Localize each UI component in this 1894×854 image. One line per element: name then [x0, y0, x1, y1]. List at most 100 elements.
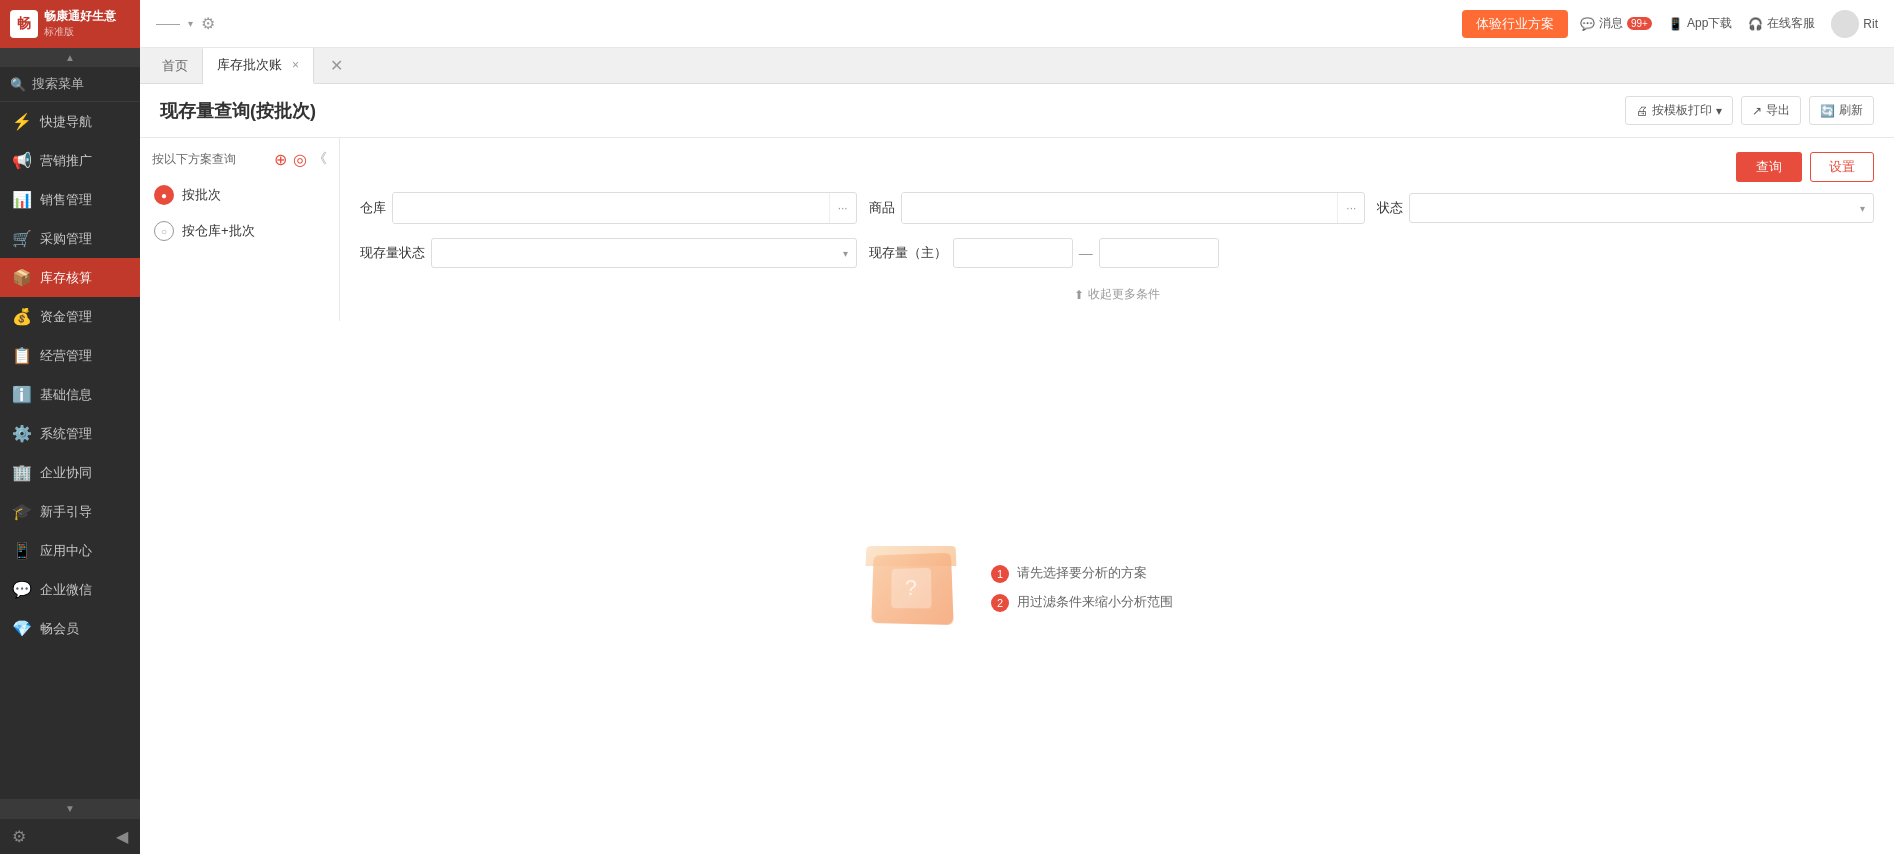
- sidebar-item-inventory[interactable]: 📦 库存核算: [0, 258, 140, 297]
- tab-close-main-icon[interactable]: ✕: [322, 52, 351, 79]
- scheme-outline-icon: ○: [154, 221, 174, 241]
- empty-box-icon: ?: [886, 562, 937, 613]
- newbie-icon: 🎓: [12, 502, 32, 521]
- online-service-item[interactable]: 🎧 在线客服: [1748, 15, 1815, 32]
- inventory-qty-min-input[interactable]: [953, 238, 1073, 268]
- refresh-button[interactable]: 🔄 刷新: [1809, 96, 1874, 125]
- topbar-dropdown-arrow[interactable]: ▾: [188, 18, 193, 29]
- scheme-item-by-batch[interactable]: ● 按批次: [140, 177, 339, 213]
- sidebar-item-vip[interactable]: 💎 畅会员: [0, 609, 140, 648]
- collapse-up-icon: ⬆: [1074, 288, 1084, 302]
- sidebar-item-newbie[interactable]: 🎓 新手引导: [0, 492, 140, 531]
- topbar-right: 💬 消息 99+ 📱 App下载 🎧 在线客服 Rit: [1580, 10, 1878, 38]
- sidebar-item-label: 经营管理: [40, 347, 92, 365]
- messages-item[interactable]: 💬 消息 99+: [1580, 15, 1652, 32]
- inventory-status-label: 现存量状态: [360, 244, 425, 262]
- sidebar-item-sales[interactable]: 📊 销售管理: [0, 180, 140, 219]
- print-icon: 🖨: [1636, 104, 1648, 118]
- collapse-more-row[interactable]: ⬆ 收起更多条件: [360, 282, 1874, 307]
- warehouse-input-wrapper: ···: [392, 192, 857, 224]
- system-icon: ⚙️: [12, 424, 32, 443]
- sidebar-item-purchase[interactable]: 🛒 采购管理: [0, 219, 140, 258]
- empty-state: ? 1 请先选择要分析的方案 2 用过滤条件来缩小分析范围: [140, 321, 1894, 854]
- sidebar-item-label: 新手引导: [40, 503, 92, 521]
- sidebar-item-label: 企业协同: [40, 464, 92, 482]
- inventory-qty-max-input[interactable]: [1099, 238, 1219, 268]
- sidebar-item-basic-info[interactable]: ℹ️ 基础信息: [0, 375, 140, 414]
- settings-button[interactable]: 设置: [1810, 152, 1874, 182]
- tab-inventory-batch[interactable]: 库存批次账 ×: [203, 48, 314, 84]
- filter-row-1: 仓库 ··· 商品 ··· 状态: [360, 192, 1874, 224]
- avatar: [1831, 10, 1859, 38]
- collapse-sidebar-icon[interactable]: ◀: [116, 827, 128, 846]
- sidebar-item-label: 畅会员: [40, 620, 79, 638]
- filter-item-inventory-qty: 现存量（主） —: [869, 238, 1366, 268]
- export-button[interactable]: ↗ 导出: [1741, 96, 1801, 125]
- sidebar-item-enterprise[interactable]: 🏢 企业协同: [0, 453, 140, 492]
- sidebar-company-name: 畅康通好生意: [44, 9, 116, 25]
- page-header: 现存量查询(按批次) 🖨 按模板打印 ▾ ↗ 导出 🔄 刷新: [140, 84, 1894, 138]
- empty-step-1: 1 请先选择要分析的方案: [991, 564, 1173, 583]
- basic-info-icon: ℹ️: [12, 385, 32, 404]
- sidebar-item-label: 基础信息: [40, 386, 92, 404]
- sidebar-item-app-center[interactable]: 📱 应用中心: [0, 531, 140, 570]
- sidebar-footer: ⚙ ◀: [0, 818, 140, 854]
- refresh-label: 刷新: [1839, 102, 1863, 119]
- print-button[interactable]: 🖨 按模板打印 ▾: [1625, 96, 1733, 125]
- topbar: —— ▾ ⚙ 体验行业方案 💬 消息 99+ 📱 App下载 🎧 在线客服 Ri…: [140, 0, 1894, 48]
- trial-industry-button[interactable]: 体验行业方案: [1462, 10, 1568, 38]
- sidebar-item-quick-nav[interactable]: ⚡ 快捷导航: [0, 102, 140, 141]
- inventory-status-select[interactable]: ▾: [431, 238, 857, 268]
- sidebar-item-label: 库存核算: [40, 269, 92, 287]
- sidebar-logo-icon: 畅: [10, 10, 38, 38]
- step-1-num: 1: [991, 565, 1009, 583]
- sidebar-nav: ⚡ 快捷导航 📢 营销推广 📊 销售管理 🛒 采购管理 📦 库存核算 💰 资金管…: [0, 102, 140, 799]
- product-label: 商品: [869, 199, 895, 217]
- tab-home[interactable]: 首页: [148, 49, 203, 83]
- filter-collapse-icon[interactable]: 《: [313, 150, 327, 169]
- step-2-num: 2: [991, 594, 1009, 612]
- sidebar-scroll-up[interactable]: ▲: [0, 48, 140, 67]
- filter-sidebar-title-text: 按以下方案查询: [152, 151, 236, 168]
- filter-sidebar-title-row: 按以下方案查询 ⊕ ◎ 《: [140, 150, 339, 177]
- enterprise-wechat-icon: 💬: [12, 580, 32, 599]
- status-select[interactable]: ▾: [1409, 193, 1874, 223]
- warehouse-input[interactable]: [393, 193, 829, 223]
- print-dropdown-icon[interactable]: ▾: [1716, 104, 1722, 118]
- tab-close-icon[interactable]: ×: [292, 58, 299, 72]
- settings-footer-icon[interactable]: ⚙: [12, 827, 26, 846]
- topbar-path: ——: [156, 17, 180, 31]
- sidebar-item-label: 应用中心: [40, 542, 92, 560]
- page-header-actions: 🖨 按模板打印 ▾ ↗ 导出 🔄 刷新: [1625, 96, 1874, 125]
- filter-item-inventory-status: 现存量状态 ▾: [360, 238, 857, 268]
- sidebar-item-enterprise-wechat[interactable]: 💬 企业微信: [0, 570, 140, 609]
- inventory-status-arrow: ▾: [843, 248, 848, 259]
- warehouse-more-btn[interactable]: ···: [829, 193, 856, 223]
- sidebar-item-marketing[interactable]: 📢 营销推广: [0, 141, 140, 180]
- topbar-gear-icon[interactable]: ⚙: [201, 14, 215, 33]
- filter-settings-icon[interactable]: ◎: [293, 150, 307, 169]
- user-profile-item[interactable]: Rit: [1831, 10, 1878, 38]
- query-button[interactable]: 查询: [1736, 152, 1802, 182]
- print-label: 按模板打印: [1652, 102, 1712, 119]
- filter-row-2: 现存量状态 ▾ 现存量（主） —: [360, 238, 1874, 268]
- empty-box: ?: [871, 552, 953, 624]
- filter-actions-row: 查询 设置: [360, 152, 1874, 182]
- sidebar-search-item[interactable]: 🔍 搜索菜单: [0, 67, 140, 102]
- tab-inventory-batch-label: 库存批次账: [217, 56, 282, 74]
- app-download-item[interactable]: 📱 App下载: [1668, 15, 1732, 32]
- search-menu-label: 搜索菜单: [32, 75, 84, 93]
- operations-icon: 📋: [12, 346, 32, 365]
- sidebar-item-system[interactable]: ⚙️ 系统管理: [0, 414, 140, 453]
- filter-item-product: 商品 ···: [869, 192, 1366, 224]
- sidebar-item-operations[interactable]: 📋 经营管理: [0, 336, 140, 375]
- sidebar-item-finance[interactable]: 💰 资金管理: [0, 297, 140, 336]
- sidebar-scroll-down[interactable]: ▼: [0, 799, 140, 818]
- sidebar-item-label: 营销推广: [40, 152, 92, 170]
- tabbar: 首页 库存批次账 × ✕: [140, 48, 1894, 84]
- product-input[interactable]: [902, 193, 1338, 223]
- product-more-btn[interactable]: ···: [1337, 193, 1364, 223]
- inventory-qty-label: 现存量（主）: [869, 244, 947, 262]
- scheme-item-by-warehouse-batch[interactable]: ○ 按仓库+批次: [140, 213, 339, 249]
- filter-add-icon[interactable]: ⊕: [274, 150, 287, 169]
